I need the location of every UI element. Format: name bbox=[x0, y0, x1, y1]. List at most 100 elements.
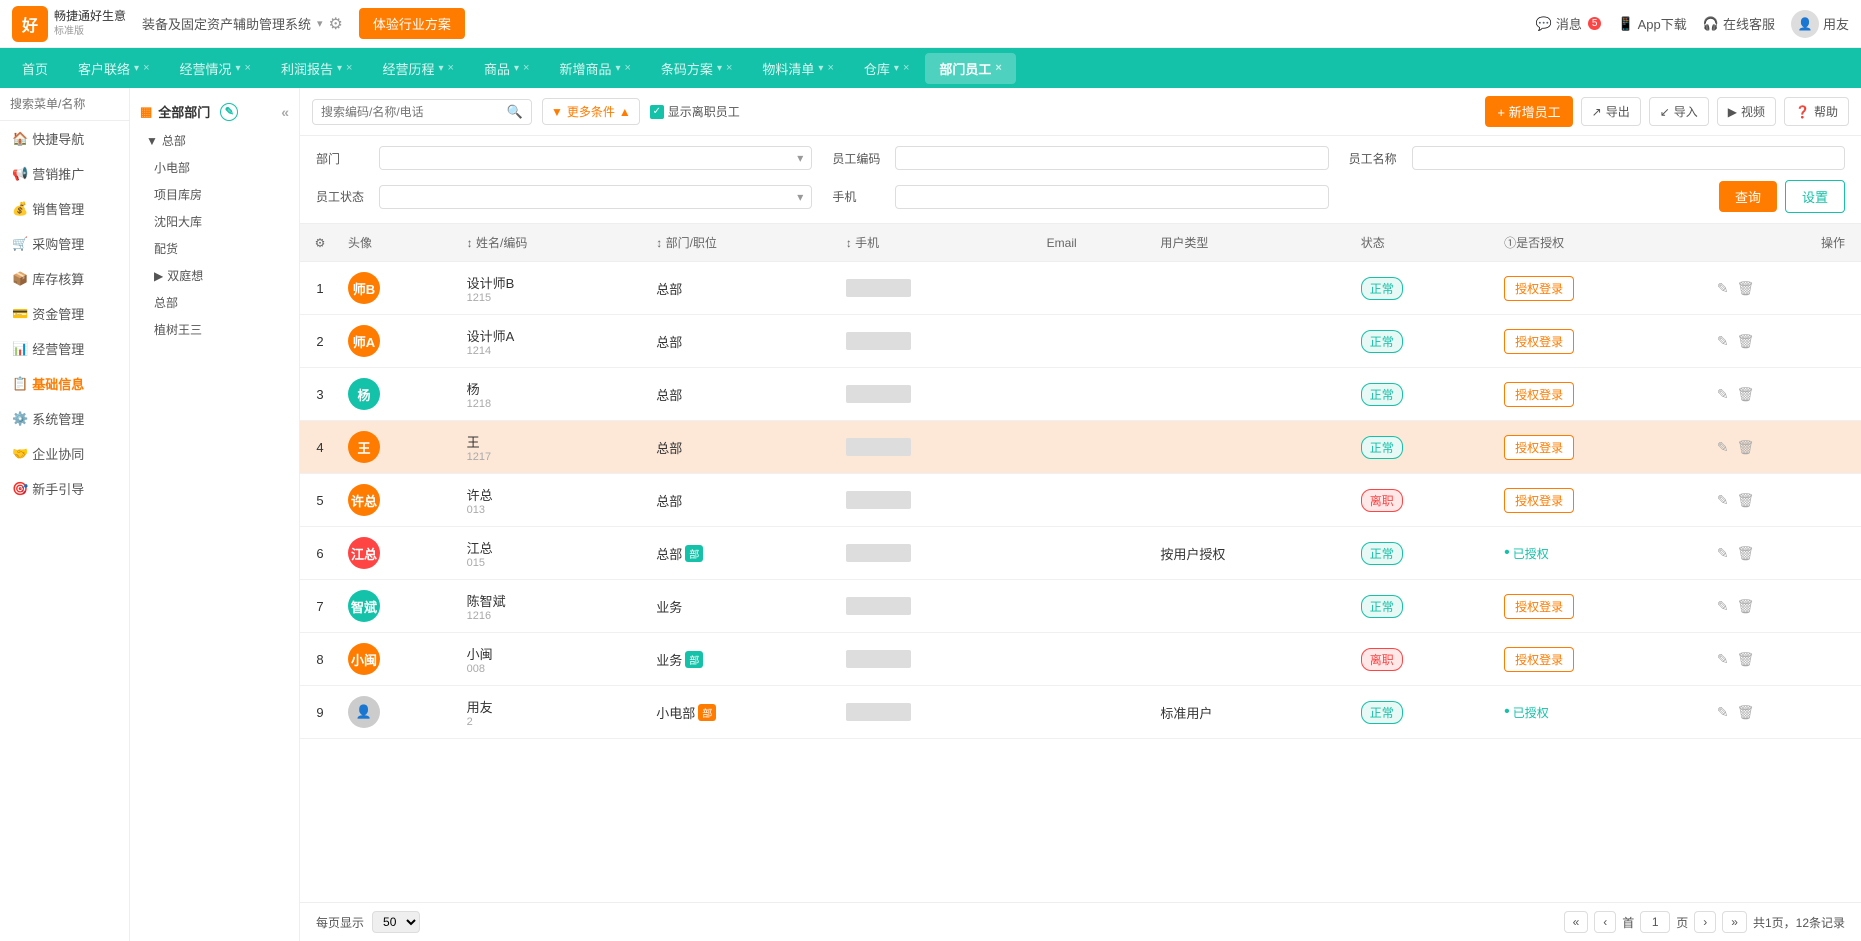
sidebar-item-basic[interactable]: 📋 基础信息 bbox=[0, 366, 129, 401]
col-settings[interactable]: ⚙ bbox=[300, 224, 340, 262]
tab-add-goods[interactable]: 新增商品 ▾× bbox=[545, 53, 644, 84]
sidebar-item-guide[interactable]: 🎯 新手引导 bbox=[0, 471, 129, 506]
row-status-cell: 正常 bbox=[1353, 262, 1496, 315]
search-button[interactable]: 查询 bbox=[1719, 181, 1777, 212]
dept-tree-settings-icon[interactable]: ✎ bbox=[220, 103, 238, 121]
edit-icon[interactable]: ✎ bbox=[1717, 651, 1729, 668]
delete-icon[interactable]: 🗑 bbox=[1737, 333, 1755, 350]
dept-node-shenyang[interactable]: 沈阳大库 bbox=[130, 208, 299, 235]
per-page-select[interactable]: 50 bbox=[372, 911, 420, 933]
phone-value: •••••• bbox=[846, 385, 911, 403]
filter-empname-input[interactable] bbox=[1412, 146, 1845, 170]
edit-icon[interactable]: ✎ bbox=[1717, 386, 1729, 403]
tab-warehouse[interactable]: 仓库 ▾× bbox=[850, 53, 923, 84]
auth-login-btn[interactable]: 授权登录 bbox=[1504, 594, 1574, 619]
dept-node-xiaodibu[interactable]: 小电部 bbox=[130, 154, 299, 181]
sidebar-item-sales[interactable]: 💰 销售管理 bbox=[0, 191, 129, 226]
sidebar-item-mgmt[interactable]: 📊 经营管理 bbox=[0, 331, 129, 366]
edit-icon[interactable]: ✎ bbox=[1717, 439, 1729, 456]
dept-node-zongbu-parent[interactable]: ▼ 总部 bbox=[130, 127, 299, 154]
resigned-checkbox[interactable]: ✓ bbox=[650, 105, 664, 119]
delete-icon[interactable]: 🗑 bbox=[1737, 545, 1755, 562]
dropdown-arrow-icon[interactable]: ▾ bbox=[317, 17, 323, 30]
edit-icon[interactable]: ✎ bbox=[1717, 492, 1729, 509]
dept-node-zongbu-sub[interactable]: 总部 bbox=[130, 289, 299, 316]
last-page-btn[interactable]: » bbox=[1722, 911, 1747, 933]
dept-node-xiangmu[interactable]: 项目库房 bbox=[130, 181, 299, 208]
edit-icon[interactable]: ✎ bbox=[1717, 598, 1729, 615]
add-employee-button[interactable]: + 新增员工 bbox=[1485, 96, 1572, 127]
edit-icon[interactable]: ✎ bbox=[1717, 545, 1729, 562]
auth-login-btn[interactable]: 授权登录 bbox=[1504, 647, 1574, 672]
prev-page-btn[interactable]: ‹ bbox=[1594, 911, 1616, 933]
first-page-btn[interactable]: « bbox=[1564, 911, 1589, 933]
sidebar-item-system[interactable]: ⚙️ 系统管理 bbox=[0, 401, 129, 436]
search-input[interactable] bbox=[321, 105, 503, 119]
delete-icon[interactable]: 🗑 bbox=[1737, 492, 1755, 509]
auth-login-btn[interactable]: 授权登录 bbox=[1504, 435, 1574, 460]
tab-profit[interactable]: 利润报告 ▾× bbox=[267, 53, 366, 84]
row-name-cell: 设计师B 1215 bbox=[459, 262, 649, 315]
help-button[interactable]: ❓ 帮助 bbox=[1784, 97, 1849, 126]
set-button[interactable]: 设置 bbox=[1785, 180, 1845, 213]
dept-tree-header: ▦ 全部部门 ✎ « bbox=[130, 96, 299, 127]
tab-barcode[interactable]: 条码方案 ▾× bbox=[647, 53, 746, 84]
delete-icon[interactable]: 🗑 bbox=[1737, 598, 1755, 615]
user-area[interactable]: 👤 用友 bbox=[1791, 10, 1849, 38]
app-download-btn[interactable]: 📱 App下载 bbox=[1617, 14, 1686, 33]
sidebar-item-quicknav[interactable]: 🏠 快捷导航 bbox=[0, 121, 129, 156]
dept-node-peihuo[interactable]: 配货 bbox=[130, 235, 299, 262]
dept-node-zhishu[interactable]: 植树王三 bbox=[130, 316, 299, 343]
table-row: 6 江总 江总 015 总部部 •••••• 按用户授权 正常 已授权 ✎ 🗑 bbox=[300, 527, 1861, 580]
import-button[interactable]: ↙ 导入 bbox=[1649, 97, 1709, 126]
delete-icon[interactable]: 🗑 bbox=[1737, 439, 1755, 456]
auth-login-btn[interactable]: 授权登录 bbox=[1504, 382, 1574, 407]
sidebar-item-purchase[interactable]: 🛒 采购管理 bbox=[0, 226, 129, 261]
tab-bom[interactable]: 物料清单 ▾× bbox=[748, 53, 847, 84]
tab-customer[interactable]: 客户联络 ▾× bbox=[64, 53, 163, 84]
trial-button[interactable]: 体验行业方案 bbox=[359, 8, 465, 39]
filter-empcode-input[interactable] bbox=[895, 146, 1328, 170]
auth-login-btn[interactable]: 授权登录 bbox=[1504, 276, 1574, 301]
filter-status-select[interactable]: ▾ bbox=[379, 185, 812, 209]
dept-node-shuangting[interactable]: ▶ 双庭想 bbox=[130, 262, 299, 289]
name-code-block: 江总 015 bbox=[467, 538, 641, 569]
tab-operation[interactable]: 经营情况 ▾× bbox=[166, 53, 265, 84]
tab-goods[interactable]: 商品 ▾× bbox=[470, 53, 543, 84]
edit-icon[interactable]: ✎ bbox=[1717, 704, 1729, 721]
filter-more-btn[interactable]: ▼ 更多条件 ▲ bbox=[542, 98, 640, 125]
sidebar-item-collab[interactable]: 🤝 企业协同 bbox=[0, 436, 129, 471]
delete-icon[interactable]: 🗑 bbox=[1737, 280, 1755, 297]
delete-icon[interactable]: 🗑 bbox=[1737, 704, 1755, 721]
sidebar-item-stock[interactable]: 📦 库存核算 bbox=[0, 261, 129, 296]
delete-icon[interactable]: 🗑 bbox=[1737, 651, 1755, 668]
tab-history[interactable]: 经营历程 ▾× bbox=[368, 53, 467, 84]
view-button[interactable]: ▶ 视频 bbox=[1717, 97, 1776, 126]
col-dept[interactable]: ↕ 部门/职位 bbox=[648, 224, 838, 262]
gear-icon[interactable]: ⚙ bbox=[329, 14, 343, 34]
dept-tree-collapse-btn[interactable]: « bbox=[281, 104, 289, 120]
edit-icon[interactable]: ✎ bbox=[1717, 333, 1729, 350]
tab-employees[interactable]: 部门员工 × bbox=[925, 53, 1015, 84]
online-service-btn[interactable]: 🎧 在线客服 bbox=[1703, 14, 1775, 33]
auth-login-btn[interactable]: 授权登录 bbox=[1504, 488, 1574, 513]
employee-code: 1217 bbox=[467, 451, 641, 463]
filter-dept-select[interactable]: ▾ bbox=[379, 146, 812, 170]
col-name[interactable]: ↕ 姓名/编码 bbox=[459, 224, 649, 262]
sidebar-search-input[interactable] bbox=[10, 97, 130, 111]
col-phone[interactable]: ↕ 手机 bbox=[838, 224, 1039, 262]
filter-phone-input[interactable] bbox=[895, 185, 1328, 209]
sidebar-item-finance[interactable]: 💳 资金管理 bbox=[0, 296, 129, 331]
edit-icon[interactable]: ✎ bbox=[1717, 280, 1729, 297]
next-page-btn[interactable]: › bbox=[1694, 911, 1716, 933]
row-usertype-cell bbox=[1152, 315, 1352, 368]
export-button[interactable]: ↗ 导出 bbox=[1581, 97, 1641, 126]
tab-home[interactable]: 首页 bbox=[8, 53, 62, 84]
col-auth[interactable]: ①是否授权 bbox=[1496, 224, 1709, 262]
message-btn[interactable]: 💬 消息 5 bbox=[1536, 14, 1602, 33]
sidebar-item-marketing[interactable]: 📢 营销推广 bbox=[0, 156, 129, 191]
show-resigned-toggle[interactable]: ✓ 显示离职员工 bbox=[650, 103, 740, 120]
auth-login-btn[interactable]: 授权登录 bbox=[1504, 329, 1574, 354]
employee-code: 1216 bbox=[467, 610, 641, 622]
delete-icon[interactable]: 🗑 bbox=[1737, 386, 1755, 403]
